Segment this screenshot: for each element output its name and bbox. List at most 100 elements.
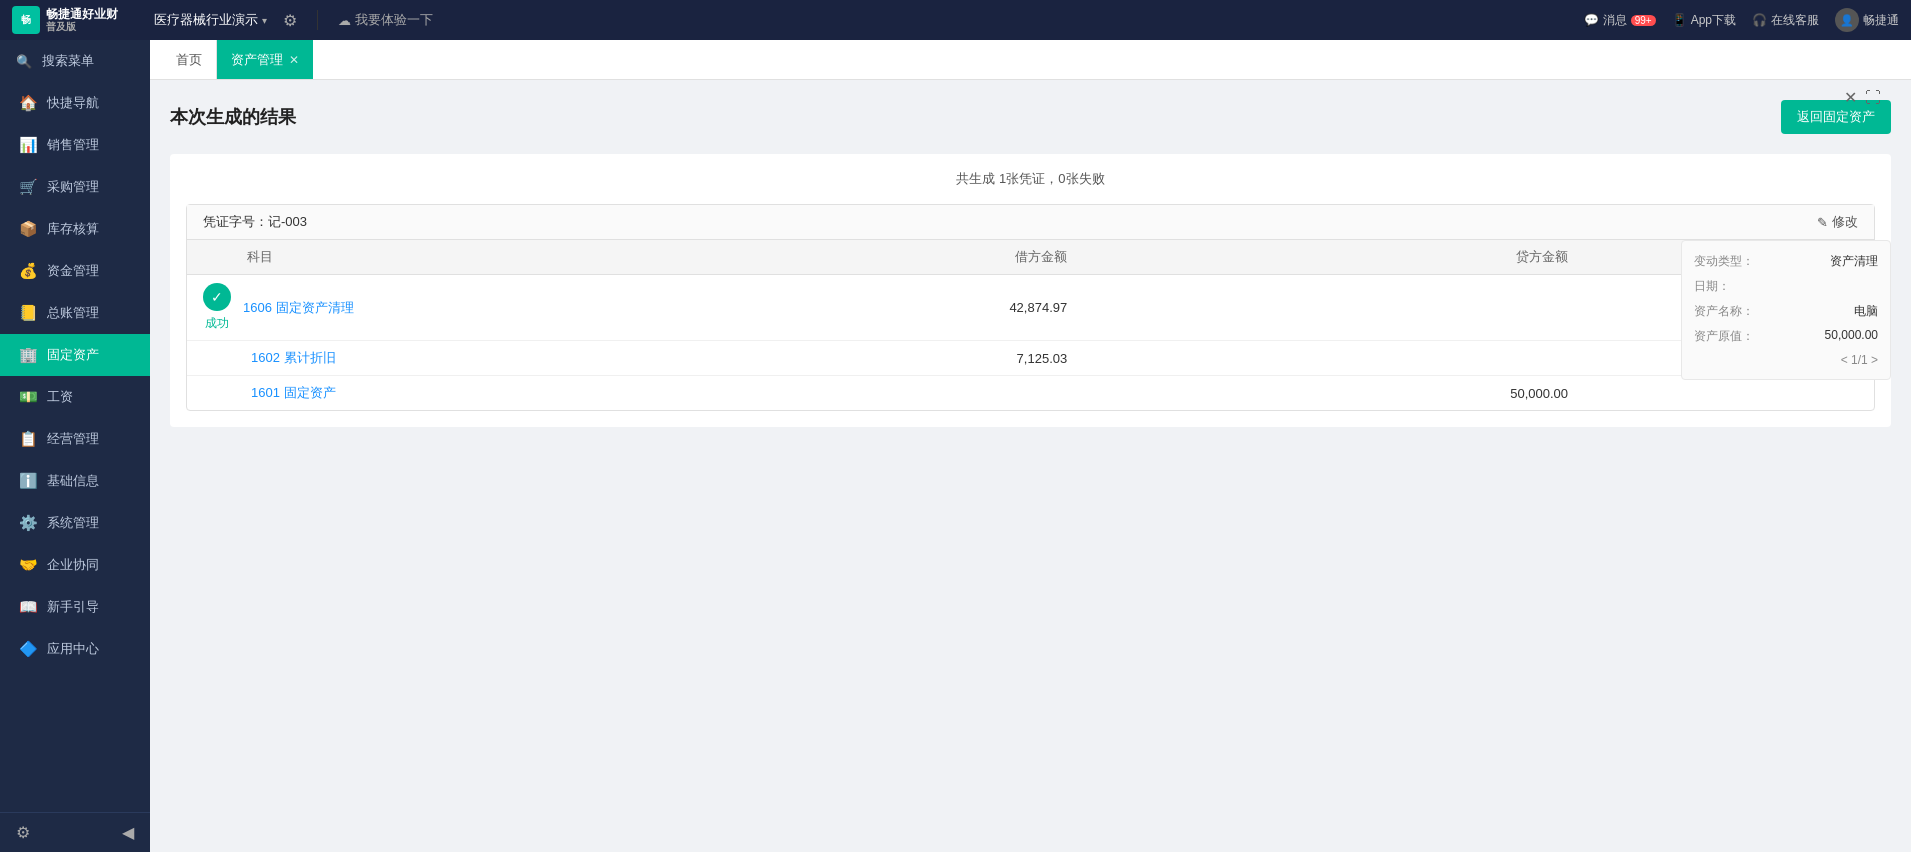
col-header-credit: 贷方金额 [1083,240,1584,275]
online-service-button[interactable]: 🎧 在线客服 [1752,12,1819,29]
table-cell-debit-1: 42,874.97 [582,275,1083,341]
user-name: 畅捷通 [1863,12,1899,29]
result-box: 共生成 1张凭证，0张失败 凭证字号：记-003 ✎ 修改 科目 [170,154,1891,427]
sidebar-item-payroll[interactable]: 💵 工资 [0,376,150,418]
table-row: 1602 累计折旧 7,125.03 [187,341,1874,376]
sidebar-item-fixed-assets[interactable]: 🏢 固定资产 [0,334,150,376]
table-cell-credit-2 [1083,341,1584,376]
sidebar-label-search: 搜索菜单 [42,52,94,70]
subject-link-3[interactable]: 1601 固定资产 [251,385,336,400]
subject-code-3: 1601 [251,385,284,400]
sidebar-item-basic-info[interactable]: ℹ️ 基础信息 [0,460,150,502]
sidebar-label-system: 系统管理 [47,514,99,532]
company-name: 医疗器械行业演示 [154,11,258,29]
experience-label: 我要体验一下 [355,11,433,29]
experience-button[interactable]: ☁ 我要体验一下 [338,11,433,29]
table-cell-subject-1: ✓ 成功 1606 固定资产清理 [187,275,582,341]
home-icon: 🏠 [19,94,37,112]
floating-actions: ✕ ⛶ [1844,88,1881,107]
operations-icon: 📋 [19,430,37,448]
edit-label: 修改 [1832,213,1858,231]
sidebar-collapse-icon[interactable]: ◀ [122,823,134,842]
table-cell-credit-1 [1083,275,1584,341]
sidebar-label-finance: 资金管理 [47,262,99,280]
enterprise-icon: 🤝 [19,556,37,574]
sidebar-item-guide[interactable]: 📖 新手引导 [0,586,150,628]
chevron-down-icon: ▾ [262,15,267,26]
sidebar-item-ledger[interactable]: 📒 总账管理 [0,292,150,334]
message-icon: 💬 [1584,13,1599,27]
tab-close-icon[interactable]: ✕ [289,53,299,67]
sidebar-item-operations[interactable]: 📋 经营管理 [0,418,150,460]
table-cell-credit-3: 50,000.00 [1083,376,1584,411]
message-button[interactable]: 💬 消息 99+ [1584,12,1656,29]
sidebar-label-enterprise: 企业协同 [47,556,99,574]
message-badge: 99+ [1631,15,1656,26]
right-panel-change-type: 变动类型： 资产清理 [1694,253,1878,270]
app-download-button[interactable]: 📱 App下载 [1672,12,1736,29]
voucher-card: 凭证字号：记-003 ✎ 修改 科目 借方金额 贷方金额 [186,204,1875,411]
result-summary: 共生成 1张凭证，0张失败 [186,170,1875,188]
tab-asset-mgmt[interactable]: 资产管理 ✕ [217,40,313,79]
table-cell-subject-3: 1601 固定资产 [187,376,582,411]
search-icon: 🔍 [16,54,32,69]
fixed-assets-icon: 🏢 [19,346,37,364]
subject-link-1[interactable]: 1606 固定资产清理 [243,299,354,317]
payroll-icon: 💵 [19,388,37,406]
edit-button[interactable]: ✎ 修改 [1817,213,1858,231]
sidebar-label-ledger: 总账管理 [47,304,99,322]
table-row: ✓ 成功 1606 固定资产清理 42,874.97 [187,275,1874,341]
topbar-right: 💬 消息 99+ 📱 App下载 🎧 在线客服 👤 畅捷通 [1584,8,1899,32]
bottom-settings-icon[interactable]: ⚙ [16,823,30,842]
sidebar-item-inventory[interactable]: 📦 库存核算 [0,208,150,250]
company-selector[interactable]: 医疗器械行业演示 ▾ [154,11,267,29]
main-layout: 🔍 搜索菜单 🏠 快捷导航 📊 销售管理 🛒 采购管理 📦 库存核算 💰 资金管… [0,40,1911,852]
page-content: ✕ ⛶ 本次生成的结果 返回固定资产 共生成 1张凭证，0张失败 凭证字号：记-… [150,80,1911,852]
success-icon: ✓ [203,283,231,311]
logo-sub-text: 普及版 [46,21,118,33]
original-value-value: 50,000.00 [1825,328,1878,345]
app-download-label: App下载 [1691,12,1736,29]
voucher-number: 凭证字号：记-003 [203,213,307,231]
table-row: 1601 固定资产 50,000.00 [187,376,1874,411]
subject-code-2: 1602 [251,350,284,365]
sidebar-label-quick-nav: 快捷导航 [47,94,99,112]
close-panel-button[interactable]: ✕ [1844,88,1857,107]
sidebar-item-system[interactable]: ⚙️ 系统管理 [0,502,150,544]
subject-link-2[interactable]: 1602 累计折旧 [251,350,336,365]
logo-icon: 畅 [12,6,40,34]
settings-icon[interactable]: ⚙ [283,11,297,30]
expand-panel-button[interactable]: ⛶ [1865,89,1881,107]
date-label: 日期： [1694,278,1730,295]
basic-info-icon: ℹ️ [19,472,37,490]
sidebar-item-sales[interactable]: 📊 销售管理 [0,124,150,166]
right-panel-date: 日期： [1694,278,1878,295]
sidebar-item-app-center[interactable]: 🔷 应用中心 [0,628,150,670]
subject-name-3: 固定资产 [284,385,336,400]
sidebar-item-search[interactable]: 🔍 搜索菜单 [0,40,150,82]
cloud-icon: ☁ [338,13,351,28]
tab-bar: 首页 资产管理 ✕ [150,40,1911,80]
voucher-table: 科目 借方金额 贷方金额 [187,240,1874,410]
asset-name-label: 资产名称： [1694,303,1754,320]
change-type-label: 变动类型： [1694,253,1754,270]
status-text: 成功 [203,315,231,332]
subject-name-2: 累计折旧 [284,350,336,365]
phone-icon: 📱 [1672,13,1687,27]
sidebar-item-quick-nav[interactable]: 🏠 快捷导航 [0,82,150,124]
finance-icon: 💰 [19,262,37,280]
table-cell-debit-3 [582,376,1083,411]
sidebar-item-purchase[interactable]: 🛒 采购管理 [0,166,150,208]
subject-name-1: 固定资产清理 [276,300,354,315]
tab-home[interactable]: 首页 [162,40,217,79]
edit-icon: ✎ [1817,215,1828,230]
sidebar-item-finance[interactable]: 💰 资金管理 [0,250,150,292]
asset-name-value: 电脑 [1854,303,1878,320]
inventory-icon: 📦 [19,220,37,238]
original-value-label: 资产原值： [1694,328,1754,345]
right-panel-pagination[interactable]: < 1/1 > [1694,353,1878,367]
app-logo: 畅 畅捷通好业财 普及版 [12,6,142,34]
sidebar-item-enterprise[interactable]: 🤝 企业协同 [0,544,150,586]
sidebar-label-sales: 销售管理 [47,136,99,154]
user-profile[interactable]: 👤 畅捷通 [1835,8,1899,32]
